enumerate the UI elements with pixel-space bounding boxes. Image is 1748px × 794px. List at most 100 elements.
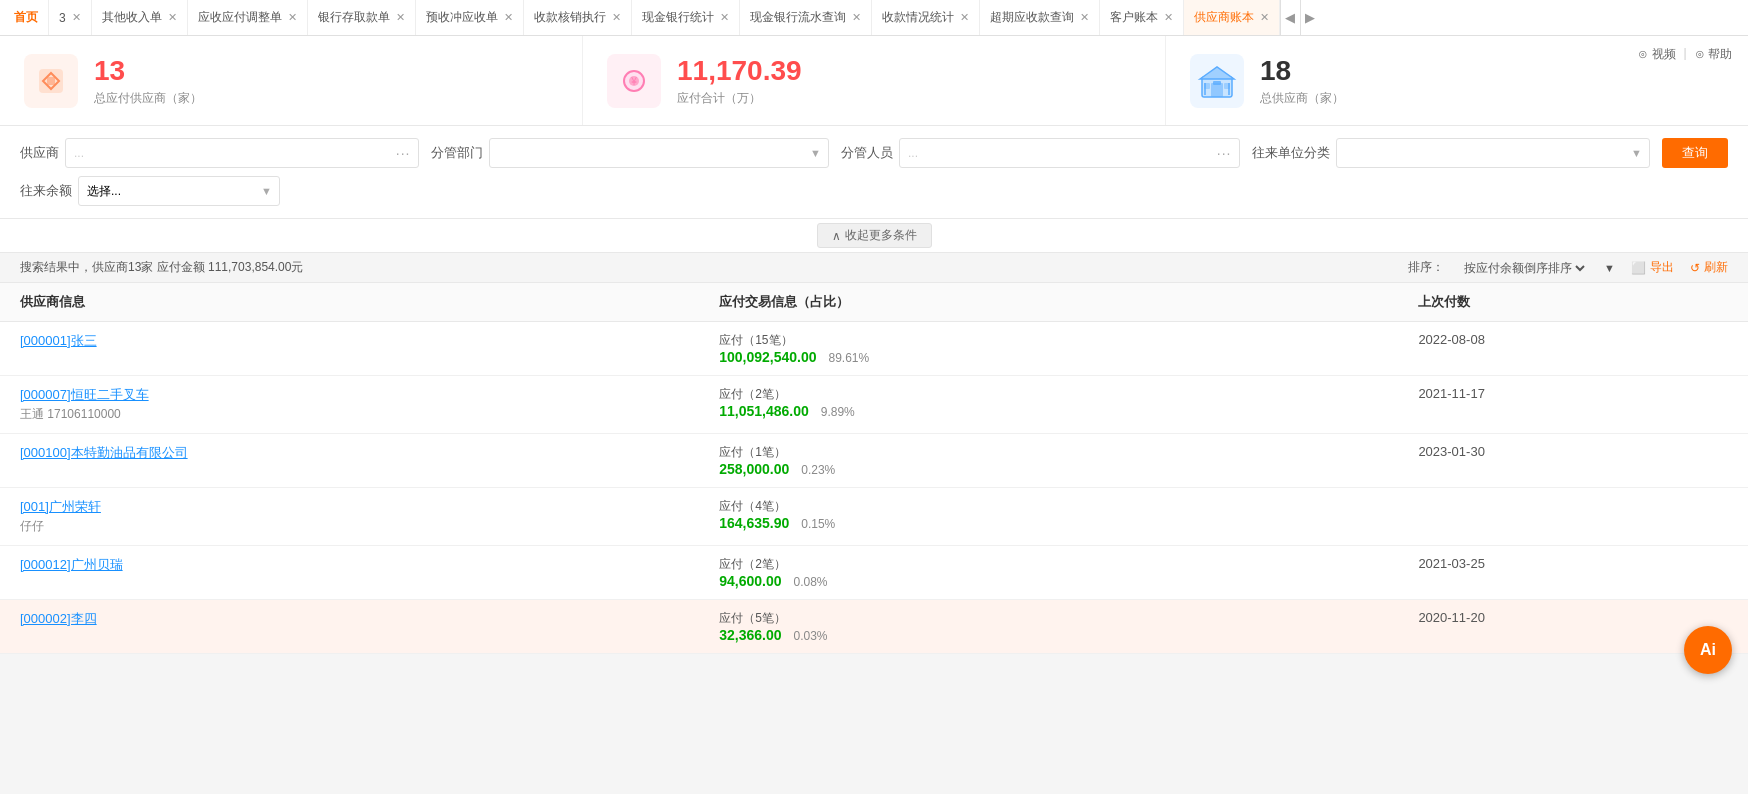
receipt-stat-close[interactable]: ✕: [960, 11, 969, 24]
tx-cell: 应付（2笔）11,051,486.009.89%: [699, 376, 1398, 434]
nav-tab-overdue-query[interactable]: 超期应收款查询 ✕: [980, 0, 1100, 36]
table-container: 供应商信息 应付交易信息（占比） 上次付数 [000001]张三应付（15笔）1…: [0, 283, 1748, 654]
tx-amount[interactable]: 32,366.00: [719, 627, 781, 643]
sort-select[interactable]: 按应付余额倒序排序: [1460, 260, 1588, 276]
tx-cell: 应付（2笔）94,600.000.08%: [699, 546, 1398, 600]
filter-area: 供应商 ··· 分管部门 ▼ 分管人员 ··· 往来单位分类: [0, 126, 1748, 219]
tx-amount[interactable]: 258,000.00: [719, 461, 789, 477]
nav-tab-customer-book[interactable]: 客户账本 ✕: [1100, 0, 1184, 36]
tx-amount[interactable]: 11,051,486.00: [719, 403, 809, 419]
th-payable-tx: 应付交易信息（占比）: [699, 283, 1398, 322]
overdue-query-label: 超期应收款查询: [990, 9, 1074, 26]
supplier-link[interactable]: [000002]李四: [20, 611, 97, 626]
supplier-link[interactable]: [000012]广州贝瑞: [20, 557, 123, 572]
cash-bank-stat-label: 现金银行统计: [642, 9, 714, 26]
supplier-book-close[interactable]: ✕: [1260, 11, 1269, 24]
department-input-wrap: ▼: [489, 138, 830, 168]
category-label: 往来单位分类: [1252, 144, 1330, 162]
tab3-close[interactable]: ✕: [72, 11, 81, 24]
nav-tab-supplier-book[interactable]: 供应商账本 ✕: [1184, 0, 1280, 36]
nav-tab-cash-bank-stat[interactable]: 现金银行统计 ✕: [632, 0, 740, 36]
supplier-cell: [000012]广州贝瑞: [0, 546, 699, 600]
cash-bank-stat-close[interactable]: ✕: [720, 11, 729, 24]
nav-arrow-right[interactable]: ▶: [1300, 0, 1320, 36]
home-label: 首页: [14, 9, 38, 26]
filter-person: 分管人员 ···: [841, 138, 1240, 168]
total-suppliers-number: 18: [1260, 54, 1344, 88]
tx-percent: 0.15%: [801, 517, 835, 531]
video-link[interactable]: ⊙ 视频: [1638, 46, 1675, 63]
supplier-link[interactable]: [000100]本特勤油品有限公司: [20, 445, 188, 460]
filter-supplier: 供应商 ···: [20, 138, 419, 168]
overdue-close[interactable]: ✕: [1080, 11, 1089, 24]
nav-tab-ar-ap-adjust[interactable]: 应收应付调整单 ✕: [188, 0, 308, 36]
supplier-link[interactable]: [001]广州荣轩: [20, 499, 101, 514]
collapse-button[interactable]: ∧ 收起更多条件: [817, 223, 932, 248]
sort-chevron-icon: ▼: [1604, 262, 1615, 274]
customer-book-close[interactable]: ✕: [1164, 11, 1173, 24]
last-payment-date: 2020-11-20: [1418, 610, 1485, 625]
cash-flow-close[interactable]: ✕: [852, 11, 861, 24]
nav-tab-cash-flow-query[interactable]: 现金银行流水查询 ✕: [740, 0, 872, 36]
nav-tab-bank-deposit[interactable]: 银行存取款单 ✕: [308, 0, 416, 36]
nav-arrow-left[interactable]: ◀: [1280, 0, 1300, 36]
last-payment-date: 2022-08-08: [1418, 332, 1485, 347]
svg-rect-9: [1213, 81, 1221, 85]
top-navigation: 首页 3 ✕ 其他收入单 ✕ 应收应付调整单 ✕ 银行存取款单 ✕ 预收冲应收单…: [0, 0, 1748, 36]
export-button[interactable]: ⬜ 导出: [1631, 259, 1674, 276]
supplier-cell: [000007]恒旺二手叉车王通 17106110000: [0, 376, 699, 434]
other-income-label: 其他收入单: [102, 9, 162, 26]
collapse-label: 收起更多条件: [845, 227, 917, 244]
card-content-total-suppliers: 18 总供应商（家）: [1260, 54, 1344, 107]
refresh-button[interactable]: ↺ 刷新: [1690, 259, 1728, 276]
bank-deposit-close[interactable]: ✕: [396, 11, 405, 24]
payment-verify-close[interactable]: ✕: [612, 11, 621, 24]
help-link[interactable]: ⊙ 帮助: [1695, 46, 1732, 63]
cash-flow-query-label: 现金银行流水查询: [750, 9, 846, 26]
last-payment-date: 2021-11-17: [1418, 386, 1485, 401]
nav-tab-payment-verify[interactable]: 收款核销执行 ✕: [524, 0, 632, 36]
tx-amount[interactable]: 164,635.90: [719, 515, 789, 531]
prepay-offset-close[interactable]: ✕: [504, 11, 513, 24]
person-input[interactable]: [899, 138, 1240, 168]
other-income-close[interactable]: ✕: [168, 11, 177, 24]
table-row: [000007]恒旺二手叉车王通 17106110000应付（2笔）11,051…: [0, 376, 1748, 434]
supplier-cell: [000002]李四: [0, 600, 699, 654]
tx-amount[interactable]: 94,600.00: [719, 573, 781, 589]
total-payable-suppliers-number: 13: [94, 54, 202, 88]
tx-label: 应付（15笔）: [719, 332, 1378, 349]
tx-amount[interactable]: 100,092,540.00: [719, 349, 816, 365]
balance-select[interactable]: 选择...: [78, 176, 280, 206]
category-select[interactable]: [1336, 138, 1651, 168]
nav-tab-other-income[interactable]: 其他收入单 ✕: [92, 0, 188, 36]
supplier-link[interactable]: [000007]恒旺二手叉车: [20, 387, 149, 402]
ar-ap-close[interactable]: ✕: [288, 11, 297, 24]
th-supplier-info: 供应商信息: [0, 283, 699, 322]
nav-tab-prepay-offset[interactable]: 预收冲应收单 ✕: [416, 0, 524, 36]
table-row: [000002]李四应付（5笔）32,366.000.03%2020-11-20: [0, 600, 1748, 654]
supplier-sub-info: 仔仔: [20, 518, 679, 535]
gear-icon: ¥: [607, 54, 661, 108]
supplier-sub-info: 王通 17106110000: [20, 406, 679, 423]
tx-cell: 应付（1笔）258,000.000.23%: [699, 434, 1398, 488]
tx-cell: 应付（15笔）100,092,540.0089.61%: [699, 322, 1398, 376]
query-button[interactable]: 查询: [1662, 138, 1728, 168]
sort-label: 排序：: [1408, 259, 1444, 276]
tx-percent: 9.89%: [821, 405, 855, 419]
supplier-input[interactable]: [65, 138, 419, 168]
summary-bar: 13 总应付供应商（家） ¥ 11,170.39 应付合计（万）: [0, 36, 1748, 126]
department-select[interactable]: [489, 138, 830, 168]
table-row: [000001]张三 应付（15笔）100,092,540.0089.61% 202…: [0, 322, 1748, 376]
nav-tab-home[interactable]: 首页: [4, 0, 49, 36]
person-label: 分管人员: [841, 144, 893, 162]
results-bar: 搜索结果中，供应商13家 应付金额 111,703,854.00元 排序： 按应…: [0, 253, 1748, 283]
svg-text:¥: ¥: [630, 76, 637, 87]
nav-tab-3[interactable]: 3 ✕: [49, 0, 92, 36]
supplier-link[interactable]: [000001]张三: [20, 333, 97, 348]
last-payment-cell: 2022-08-08: [1398, 322, 1748, 376]
prepay-offset-label: 预收冲应收单: [426, 9, 498, 26]
tx-cell: 应付（4笔）164,635.900.15%: [699, 488, 1398, 546]
nav-tab-receipt-stat[interactable]: 收款情况统计 ✕: [872, 0, 980, 36]
filter-row-1: 供应商 ··· 分管部门 ▼ 分管人员 ··· 往来单位分类: [20, 138, 1728, 168]
category-input-wrap: ▼: [1336, 138, 1651, 168]
